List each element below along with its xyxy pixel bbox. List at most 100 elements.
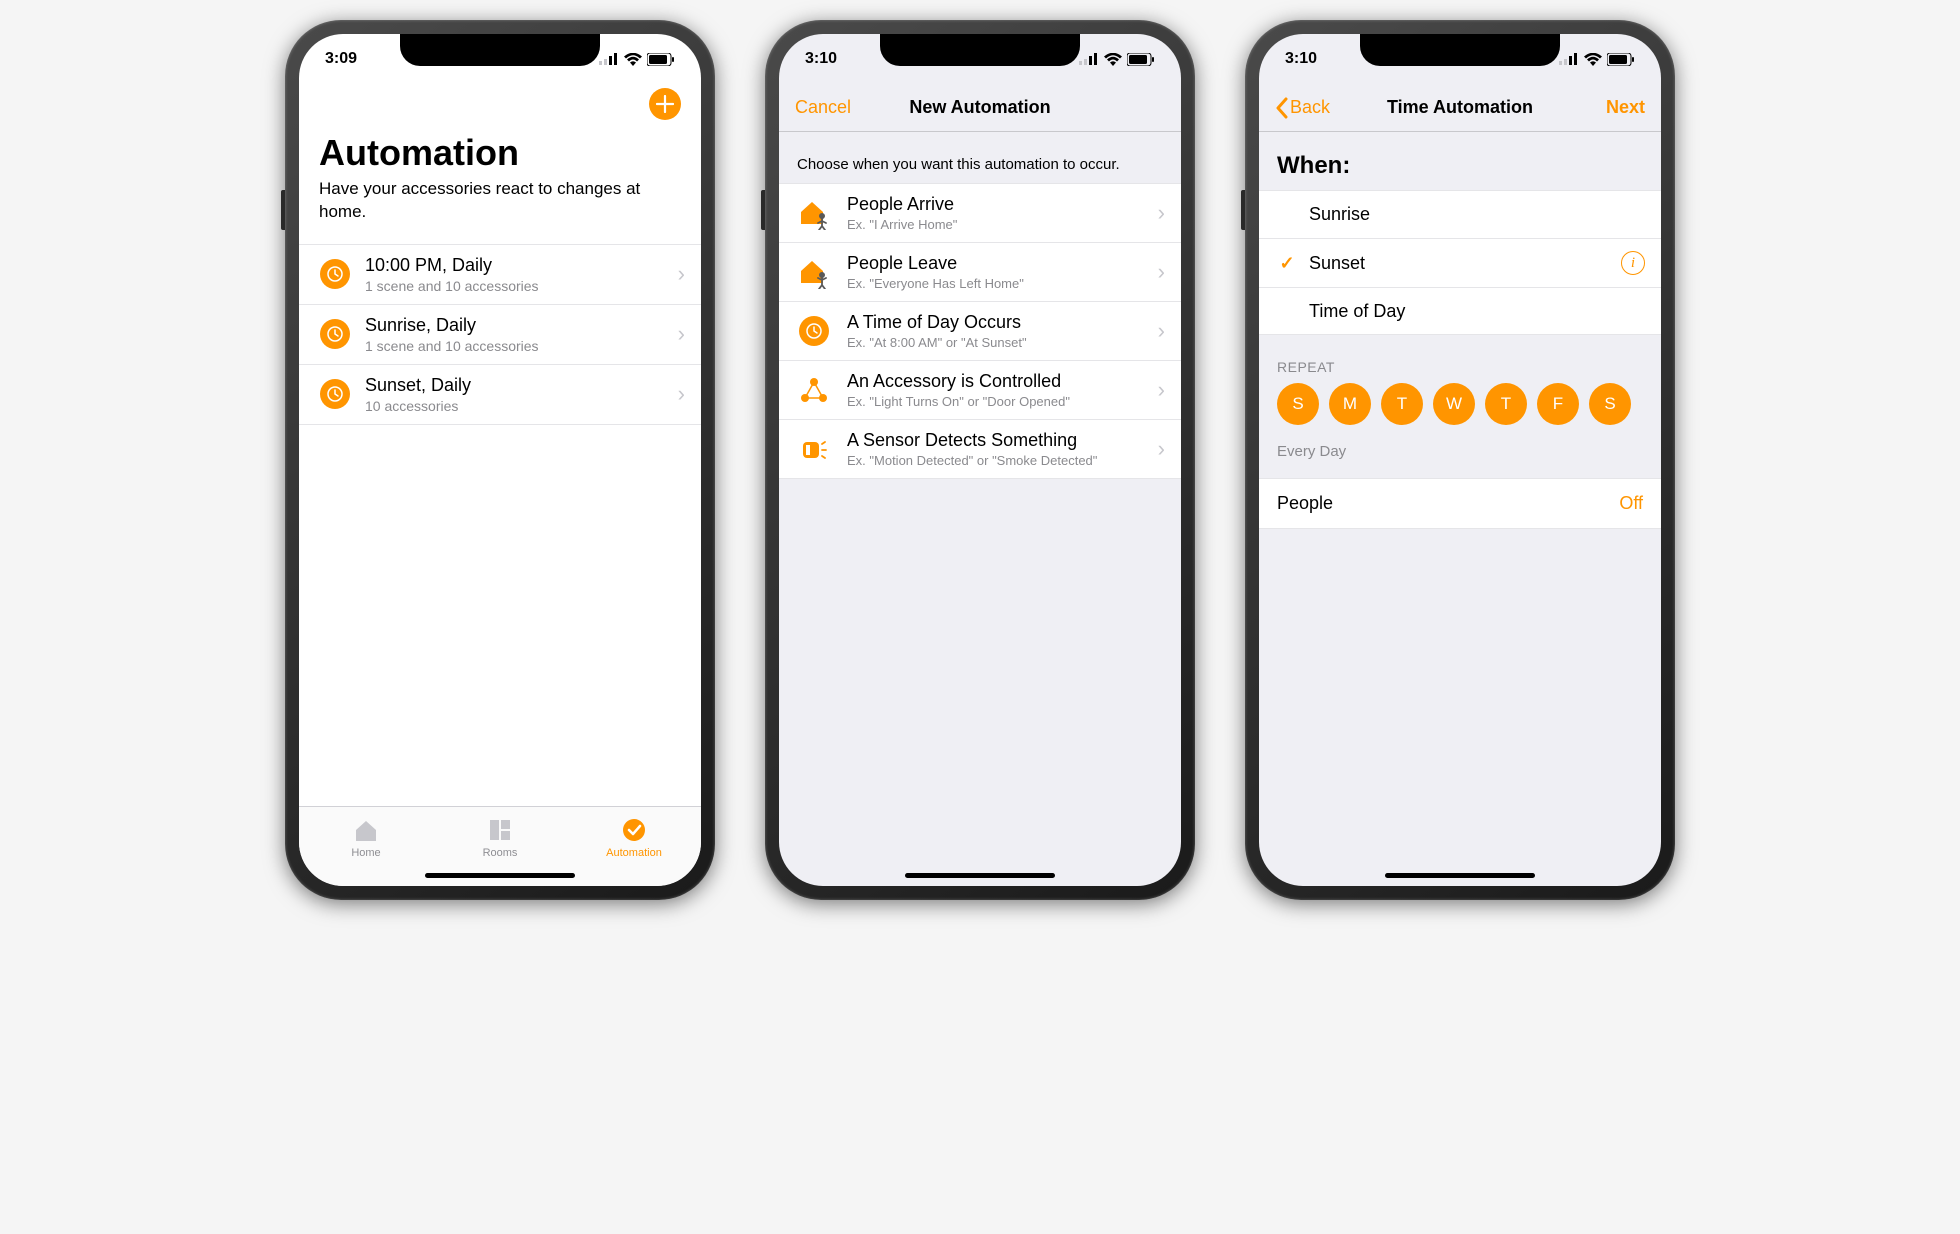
chevron-right-icon: › [1158, 318, 1165, 344]
trigger-title: An Accessory is Controlled [847, 371, 1142, 392]
repeat-label: REPEAT [1259, 335, 1661, 383]
chevron-right-icon: › [1158, 200, 1165, 226]
automation-title: Sunrise, Daily [365, 315, 664, 336]
notch [400, 34, 600, 66]
trigger-accessory-controlled[interactable]: An Accessory is Controlled Ex. "Light Tu… [779, 360, 1181, 419]
house-arrive-icon [797, 196, 831, 230]
next-button[interactable]: Next [1575, 97, 1645, 118]
clock-icon [320, 319, 350, 349]
trigger-time-of-day[interactable]: A Time of Day Occurs Ex. "At 8:00 AM" or… [779, 301, 1181, 360]
day-sat[interactable]: S [1589, 383, 1631, 425]
chevron-right-icon: › [678, 381, 685, 407]
clock-icon [799, 316, 829, 346]
day-fri[interactable]: F [1537, 383, 1579, 425]
home-indicator[interactable] [905, 873, 1055, 878]
home-indicator[interactable] [425, 873, 575, 878]
checkmark-icon: ✓ [1277, 253, 1297, 274]
automation-row[interactable]: 10:00 PM, Daily 1 scene and 10 accessori… [299, 244, 701, 305]
nav-cancel-label: Cancel [795, 97, 851, 118]
phone-automation-list: 3:09 Automation Have your accessories re… [285, 20, 715, 900]
chevron-right-icon: › [678, 321, 685, 347]
chevron-right-icon: › [678, 261, 685, 287]
trigger-sub: Ex. "Motion Detected" or "Smoke Detected… [847, 453, 1142, 468]
status-icons [1559, 53, 1635, 66]
status-time: 3:10 [1285, 50, 1317, 68]
chevron-right-icon: › [1158, 436, 1165, 462]
back-button[interactable]: Back [1275, 97, 1345, 119]
day-thu[interactable]: T [1485, 383, 1527, 425]
automation-title: 10:00 PM, Daily [365, 255, 664, 276]
people-label: People [1277, 493, 1333, 514]
notch [1360, 34, 1560, 66]
day-selector: S M T W T F S [1259, 383, 1661, 439]
trigger-sensor-detects[interactable]: A Sensor Detects Something Ex. "Motion D… [779, 419, 1181, 479]
wifi-icon [1104, 53, 1122, 66]
status-icons [1079, 53, 1155, 66]
tab-home[interactable]: Home [299, 807, 433, 868]
home-indicator[interactable] [1385, 873, 1535, 878]
when-header: When: [1259, 132, 1661, 190]
notch [880, 34, 1080, 66]
tab-rooms[interactable]: Rooms [433, 807, 567, 868]
cellular-icon [1559, 53, 1579, 65]
wifi-icon [1584, 53, 1602, 66]
option-label: Time of Day [1309, 301, 1645, 322]
next-label: Next [1606, 97, 1645, 118]
rooms-icon [486, 816, 514, 844]
tab-automation[interactable]: Automation [567, 807, 701, 868]
tab-label: Home [351, 847, 380, 859]
people-row[interactable]: People Off [1259, 478, 1661, 529]
status-time: 3:09 [325, 50, 357, 68]
trigger-people-arrive[interactable]: People Arrive Ex. "I Arrive Home" › [779, 183, 1181, 242]
day-wed[interactable]: W [1433, 383, 1475, 425]
clock-icon [320, 259, 350, 289]
battery-icon [647, 53, 675, 66]
automation-row[interactable]: Sunset, Daily 10 accessories › [299, 365, 701, 425]
wifi-icon [624, 53, 642, 66]
tab-label: Rooms [483, 847, 518, 859]
day-tue[interactable]: T [1381, 383, 1423, 425]
phone-new-automation: 3:10 Cancel New Automation Choose when y… [765, 20, 1195, 900]
house-leave-icon [797, 255, 831, 289]
cellular-icon [1079, 53, 1099, 65]
page-title: Automation [299, 124, 701, 178]
day-sun[interactable]: S [1277, 383, 1319, 425]
plus-icon [656, 95, 674, 113]
trigger-title: A Time of Day Occurs [847, 312, 1142, 333]
automation-icon [620, 816, 648, 844]
home-icon [352, 816, 380, 844]
status-icons [599, 53, 675, 66]
trigger-sub: Ex. "Light Turns On" or "Door Opened" [847, 394, 1142, 409]
automation-sub: 1 scene and 10 accessories [365, 278, 664, 294]
trigger-title: People Leave [847, 253, 1142, 274]
nav-title: Time Automation [1387, 97, 1533, 118]
option-label: Sunrise [1309, 204, 1645, 225]
cancel-button[interactable]: Cancel [795, 97, 865, 118]
phone-time-automation: 3:10 Back Time Automation Next When: Sun… [1245, 20, 1675, 900]
clock-icon [320, 379, 350, 409]
nav-bar: Cancel New Automation [779, 84, 1181, 132]
chevron-right-icon: › [1158, 259, 1165, 285]
option-time-of-day[interactable]: Time of Day [1259, 287, 1661, 335]
add-button[interactable] [649, 88, 681, 120]
status-time: 3:10 [805, 50, 837, 68]
people-value: Off [1619, 493, 1643, 514]
trigger-sub: Ex. "Everyone Has Left Home" [847, 276, 1142, 291]
day-mon[interactable]: M [1329, 383, 1371, 425]
trigger-sub: Ex. "At 8:00 AM" or "At Sunset" [847, 335, 1142, 350]
option-sunset[interactable]: ✓ Sunset i [1259, 238, 1661, 287]
battery-icon [1127, 53, 1155, 66]
trigger-title: A Sensor Detects Something [847, 430, 1142, 451]
page-subtitle: Have your accessories react to changes a… [299, 178, 701, 244]
automation-sub: 10 accessories [365, 398, 664, 414]
cellular-icon [599, 53, 619, 65]
info-button[interactable]: i [1621, 251, 1645, 275]
automation-row[interactable]: Sunrise, Daily 1 scene and 10 accessorie… [299, 305, 701, 365]
nodes-icon [797, 373, 831, 407]
trigger-people-leave[interactable]: People Leave Ex. "Everyone Has Left Home… [779, 242, 1181, 301]
nav-bar: Back Time Automation Next [1259, 84, 1661, 132]
option-sunrise[interactable]: Sunrise [1259, 190, 1661, 238]
automation-title: Sunset, Daily [365, 375, 664, 396]
option-label: Sunset [1309, 253, 1609, 274]
tab-label: Automation [606, 847, 662, 859]
